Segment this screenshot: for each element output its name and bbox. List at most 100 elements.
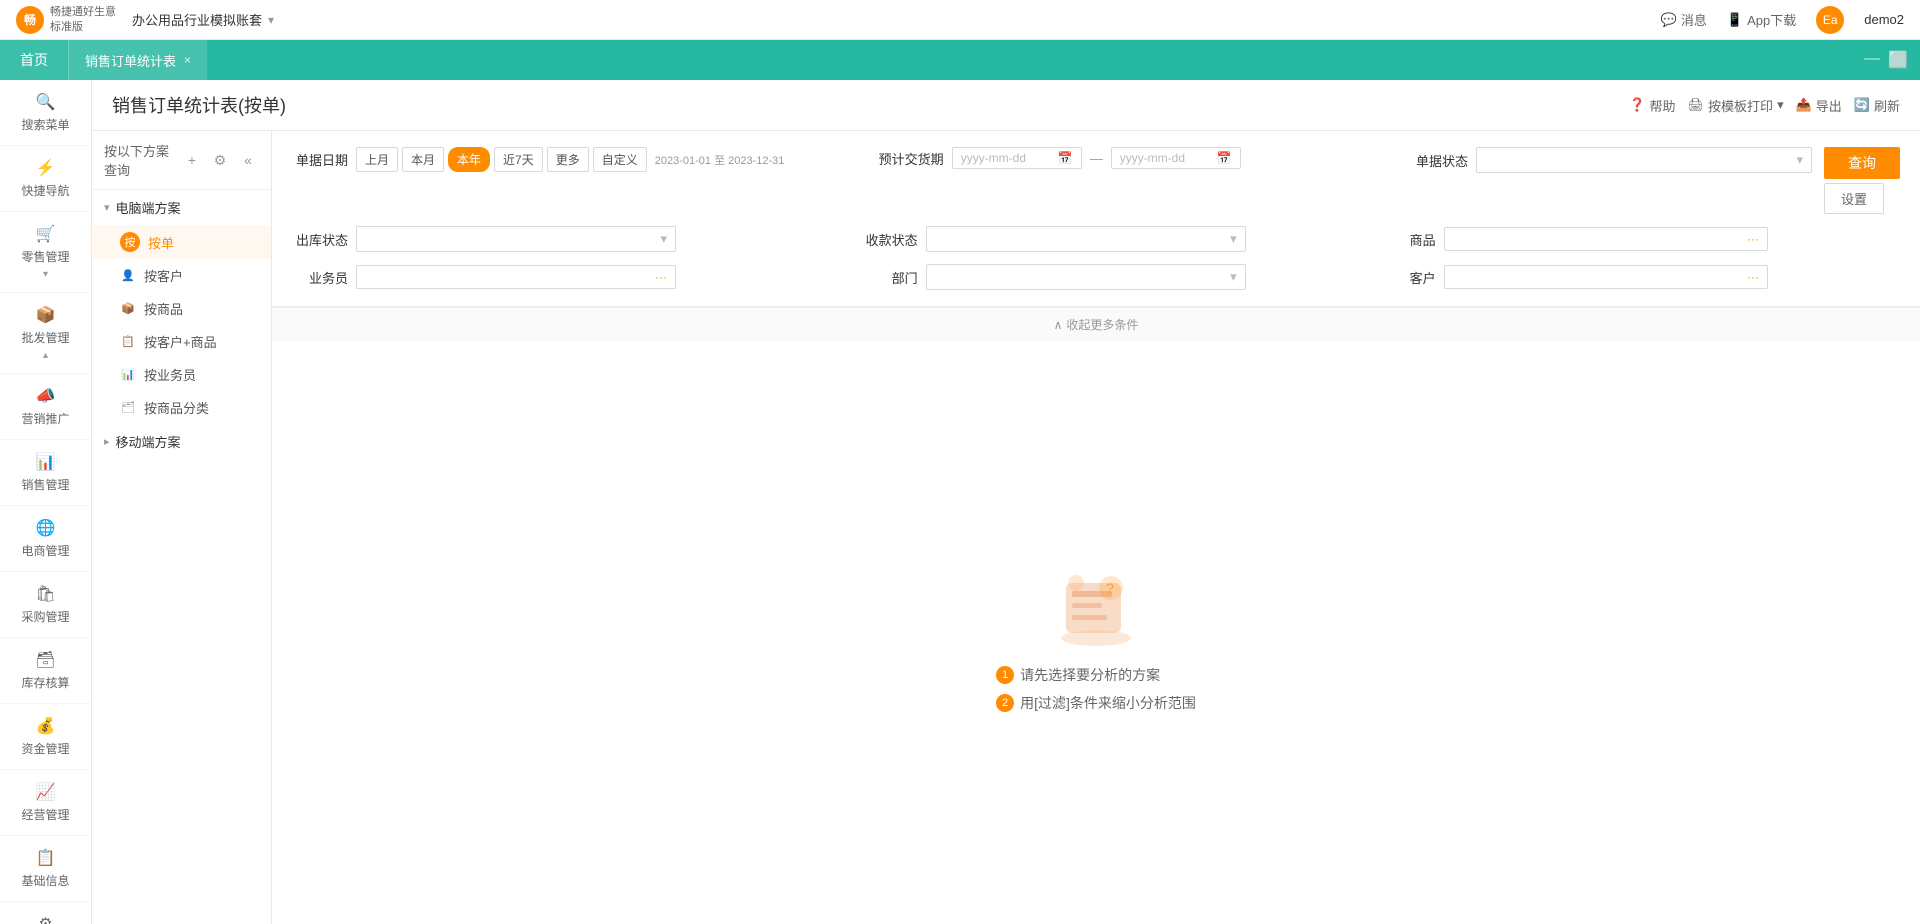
app-download-action[interactable]: 📱 App下载 (1727, 10, 1796, 29)
finance-icon: 💰 (36, 716, 56, 736)
sidebar-item-ecom[interactable]: 🌐 电商管理 (0, 506, 91, 572)
dept-select[interactable]: ▾ (926, 264, 1246, 290)
collapse-btn[interactable]: ∧ 收起更多条件 (272, 307, 1920, 341)
outbound-arrow-icon: ▾ (660, 231, 667, 247)
scheme-item-by-cust-goods[interactable]: 📋 按客户+商品 (92, 325, 271, 358)
scheme-item-by-goods[interactable]: 📦 按商品 (92, 292, 271, 325)
salesperson-more[interactable]: ··· (655, 270, 667, 284)
tip-1-num: 1 (996, 666, 1014, 684)
scheme-item-by-order[interactable]: 按 按单 (92, 225, 271, 259)
pay-select[interactable]: ▾ (926, 226, 1246, 252)
salesperson-select[interactable]: ··· (356, 265, 676, 289)
sidebar-item-purchase[interactable]: 🛍 采购管理 (0, 572, 91, 638)
date-label: 单据日期 (292, 150, 348, 169)
scheme-section-mobile-title[interactable]: ▸ 移动端方案 (92, 424, 271, 459)
date-btn-this-year[interactable]: 本年 (448, 147, 490, 172)
by-goods-cat-icon: 🗂 (120, 400, 136, 416)
sidebar-item-system[interactable]: ⚙ 系统管理 (0, 902, 91, 924)
date-range-text: 2023-01-01 至 2023-12-31 (655, 152, 785, 168)
basic-icon: 📋 (36, 848, 56, 868)
message-action[interactable]: 💬 消息 (1661, 10, 1707, 29)
tab-bar: 首页 销售订单统计表 × — ⬜ (0, 40, 1920, 80)
scheme-item-by-goods-cat[interactable]: 🗂 按商品分类 (92, 391, 271, 424)
sidebar-item-finance[interactable]: 💰 资金管理 (0, 704, 91, 770)
date-btn-last-month[interactable]: 上月 (356, 147, 398, 172)
svg-text:?: ? (1106, 580, 1114, 596)
customer-select[interactable]: ··· (1444, 265, 1768, 289)
date-range-sep: — (1090, 151, 1103, 166)
help-btn[interactable]: ❓ 帮助 (1629, 96, 1675, 115)
retail-icon: 🛒 (36, 224, 56, 244)
scheme-section-mobile-arrow-icon: ▸ (104, 435, 110, 448)
sidebar-item-inventory[interactable]: 🗃 库存核算 (0, 638, 91, 704)
scheme-section-pc: ▾ 电脑端方案 按 按单 👤 按客户 📦 按商品 (92, 190, 271, 424)
sidebar-item-basic[interactable]: 📋 基础信息 (0, 836, 91, 902)
scheme-item-by-customer[interactable]: 👤 按客户 (92, 259, 271, 292)
sidebar-item-marketing[interactable]: 📣 营销推广 (0, 374, 91, 440)
status-select[interactable]: ▾ (1476, 147, 1812, 173)
logo-icon: 畅 (16, 6, 44, 34)
refresh-btn[interactable]: 🔄 刷新 (1854, 96, 1900, 115)
sidebar-item-retail[interactable]: 🛒 零售管理 ▾ (0, 212, 91, 293)
sidebar-item-sales[interactable]: 📊 销售管理 (0, 440, 91, 506)
print-arrow-icon: ▾ (1777, 97, 1784, 113)
main-panel: 按以下方案查询 + ⚙ « ▾ 电脑端方案 按 按单 (92, 131, 1920, 924)
window-min-btn[interactable]: — (1864, 50, 1880, 70)
status-arrow-icon: ▾ (1796, 152, 1803, 168)
date-btn-this-month[interactable]: 本月 (402, 147, 444, 172)
by-customer-icon: 👤 (120, 268, 136, 284)
scheme-section-mobile: ▸ 移动端方案 (92, 424, 271, 459)
tip-1-text: 请先选择要分析的方案 (1020, 665, 1160, 685)
customer-more[interactable]: ··· (1747, 270, 1759, 284)
sales-icon: 📊 (36, 452, 56, 472)
scheme-item-by-salesperson[interactable]: 📊 按业务员 (92, 358, 271, 391)
date-btn-group: 上月 本月 本年 近7天 更多 自定义 (356, 147, 647, 172)
date-btn-custom[interactable]: 自定义 (593, 147, 647, 172)
export-btn[interactable]: 📤 导出 (1796, 96, 1842, 115)
window-max-btn[interactable]: ⬜ (1888, 50, 1908, 70)
salesperson-label: 业务员 (292, 268, 348, 287)
outbound-select[interactable]: ▾ (356, 226, 676, 252)
query-btn[interactable]: 查询 (1824, 147, 1900, 179)
tab-close-icon[interactable]: × (184, 53, 191, 67)
empty-tip-2: 2 用[过滤]条件来缩小分析范围 (996, 693, 1196, 713)
sidebar-item-operation[interactable]: 📈 经营管理 (0, 770, 91, 836)
wholesale-arrow-icon: ▴ (43, 350, 48, 361)
scheme-add-btn[interactable]: + (181, 149, 203, 171)
by-goods-icon: 📦 (120, 301, 136, 317)
sidebar-item-search-menu[interactable]: 🔍 搜索菜单 (0, 80, 91, 146)
scheme-settings-btn[interactable]: ⚙ (209, 149, 231, 171)
sidebar-item-quick-nav[interactable]: ⚡ 快捷导航 (0, 146, 91, 212)
dept-arrow-icon: ▾ (1230, 269, 1237, 285)
date-btn-more[interactable]: 更多 (547, 147, 589, 172)
top-bar-right: 💬 消息 📱 App下载 Ea demo2 (1661, 6, 1904, 34)
predict-date-label: 预计交货期 (879, 149, 944, 168)
breadcrumb-text: 办公用品行业模拟账套 (132, 10, 262, 29)
purchase-icon: 🛍 (35, 584, 55, 604)
scheme-section-pc-title[interactable]: ▾ 电脑端方案 (92, 190, 271, 225)
marketing-icon: 📣 (36, 386, 56, 406)
by-order-badge: 按 (120, 232, 140, 252)
date-btn-last7[interactable]: 近7天 (494, 147, 543, 172)
pay-label: 收款状态 (862, 230, 918, 249)
empty-state: ? 1 请先选择要分析的方案 2 用[过滤]条件来缩小分析范围 (272, 341, 1920, 924)
predict-date-from[interactable]: yyyy-mm-dd 📅 (952, 147, 1082, 169)
scheme-collapse-btn[interactable]: « (237, 149, 259, 171)
predict-date-to[interactable]: yyyy-mm-dd 📅 (1111, 147, 1241, 169)
main-area: 🔍 搜索菜单 ⚡ 快捷导航 🛒 零售管理 ▾ 📦 批发管理 ▴ 📣 营销推广 📊… (0, 80, 1920, 924)
top-bar-left: 畅 畅捷通好生意 标准版 办公用品行业模拟账套 ▾ (16, 5, 274, 34)
tab-home[interactable]: 首页 (0, 40, 68, 80)
refresh-icon: 🔄 (1854, 97, 1870, 113)
settings-btn[interactable]: 设置 (1824, 183, 1884, 214)
sidebar-item-wholesale[interactable]: 📦 批发管理 ▴ (0, 293, 91, 374)
goods-more[interactable]: ··· (1747, 232, 1759, 246)
operation-icon: 📈 (36, 782, 56, 802)
tab-active[interactable]: 销售订单统计表 × (68, 40, 207, 80)
filter-data-panel: 单据日期 上月 本月 本年 近7天 更多 自定义 2023-01-01 至 20… (272, 131, 1920, 924)
user-name: demo2 (1864, 12, 1904, 27)
breadcrumb-area[interactable]: 办公用品行业模拟账套 ▾ (132, 10, 274, 29)
print-btn[interactable]: 🖨 按模板打印 ▾ (1688, 96, 1784, 115)
user-avatar: Ea (1816, 6, 1844, 34)
goods-select[interactable]: ··· (1444, 227, 1768, 251)
export-icon: 📤 (1796, 97, 1812, 113)
